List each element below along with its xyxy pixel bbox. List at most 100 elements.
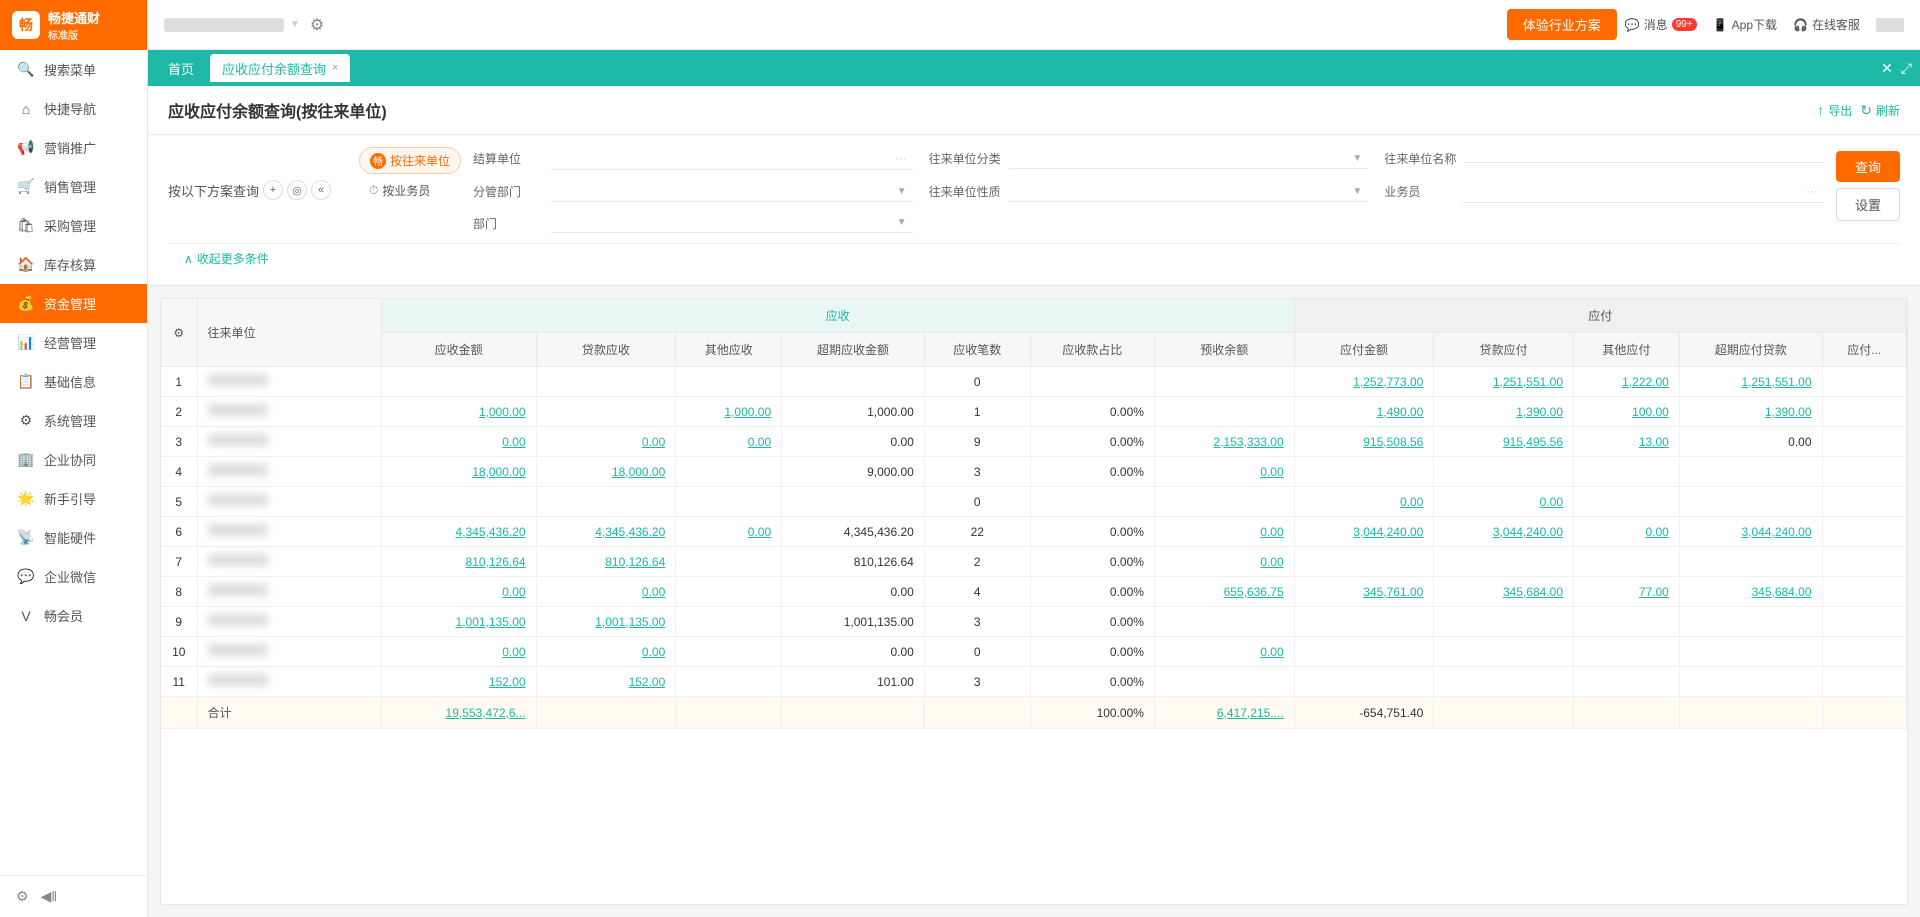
sales-icon: 🛒	[16, 178, 36, 195]
total-recv-amt[interactable]: 19,553,472,6...	[381, 697, 536, 729]
app-download-button[interactable]: 📱 App下载	[1713, 16, 1777, 33]
export-button[interactable]: ↑ 导出	[1817, 102, 1852, 119]
prepay-cell[interactable]: 0.00	[1154, 517, 1294, 547]
user-area[interactable]	[1876, 18, 1904, 32]
tab-close-icon[interactable]: ×	[332, 62, 338, 74]
loan-recv-cell[interactable]: 1,001,135.00	[536, 607, 676, 637]
sidebar-item-finance[interactable]: 💰 资金管理	[0, 284, 147, 323]
pay-amt-cell[interactable]: 345,761.00	[1294, 577, 1434, 607]
recv-amt-cell[interactable]: 1,001,135.00	[381, 607, 536, 637]
prepay-cell[interactable]: 0.00	[1154, 547, 1294, 577]
loan-recv-cell[interactable]	[536, 367, 676, 397]
ff-unit-name-input[interactable]	[1464, 154, 1824, 163]
total-prepay[interactable]: 6,417,215....	[1154, 697, 1294, 729]
recv-amt-cell[interactable]: 0.00	[381, 577, 536, 607]
pay-amt-cell[interactable]: 0.00	[1294, 487, 1434, 517]
loan-recv-cell[interactable]: 18,000.00	[536, 457, 676, 487]
other-recv-cell[interactable]: 0.00	[676, 427, 782, 457]
other-pay-cell[interactable]: 1,222.00	[1574, 367, 1680, 397]
overdue-pay-cell[interactable]: 3,044,240.00	[1679, 517, 1822, 547]
settings-button[interactable]: 设置	[1836, 188, 1900, 221]
other-pay-cell[interactable]: 100.00	[1574, 397, 1680, 427]
header-gear-icon[interactable]: ⚙	[310, 15, 324, 35]
overdue-pay-cell[interactable]: 1,251,551.00	[1679, 367, 1822, 397]
other-pay-cell[interactable]: 0.00	[1574, 517, 1680, 547]
recv-amt-cell[interactable]: 152.00	[381, 667, 536, 697]
edit-scheme-button[interactable]: ◎	[287, 180, 307, 200]
collapse-conditions-button[interactable]: ∧ 收起更多条件	[168, 243, 1900, 273]
sidebar-item-search[interactable]: 🔍 搜索菜单	[0, 50, 147, 89]
sidebar-item-system[interactable]: ⚙ 系统管理	[0, 401, 147, 440]
pay-amt-cell[interactable]: 915,508.56	[1294, 427, 1434, 457]
refresh-button[interactable]: ↻ 刷新	[1860, 102, 1900, 119]
sidebar-item-purchase[interactable]: 🛍 采购管理	[0, 206, 147, 245]
ff-unit-category-input[interactable]: ▼	[1009, 149, 1369, 169]
tab-close-window-icon[interactable]: ✕	[1881, 60, 1893, 77]
prepay-cell[interactable]: 0.00	[1154, 457, 1294, 487]
footer-settings-icon[interactable]: ⚙	[16, 888, 29, 905]
recv-amt-cell[interactable]: 0.00	[381, 637, 536, 667]
other-pay-cell[interactable]: 77.00	[1574, 577, 1680, 607]
recv-amt-cell[interactable]	[381, 367, 536, 397]
overdue-pay-cell[interactable]: 1,390.00	[1679, 397, 1822, 427]
sidebar-item-basicinfo[interactable]: 📋 基础信息	[0, 362, 147, 401]
tab-query[interactable]: 应收应付余额查询 ×	[210, 54, 350, 82]
loan-recv-cell[interactable]: 810,126.64	[536, 547, 676, 577]
recv-amt-cell[interactable]: 810,126.64	[381, 547, 536, 577]
ff-dept-manage-input[interactable]: ▼	[551, 182, 913, 202]
prepay-cell[interactable]: 655,636.75	[1154, 577, 1294, 607]
loan-pay-cell[interactable]: 1,251,551.00	[1434, 367, 1574, 397]
ff-salesperson-input[interactable]: ···	[1462, 180, 1824, 203]
pay-amt-cell[interactable]: 3,044,240.00	[1294, 517, 1434, 547]
recv-amt-cell[interactable]: 1,000.00	[381, 397, 536, 427]
other-recv-cell[interactable]: 0.00	[676, 517, 782, 547]
recv-amt-cell[interactable]: 4,345,436.20	[381, 517, 536, 547]
sidebar-item-member[interactable]: V 畅会员	[0, 596, 147, 635]
tab-home[interactable]: 首页	[156, 54, 206, 82]
sidebar-item-marketing[interactable]: 📢 营销推广	[0, 128, 147, 167]
sidebar-item-sales[interactable]: 🛒 销售管理	[0, 167, 147, 206]
add-scheme-button[interactable]: +	[263, 180, 283, 200]
sidebar-item-guide[interactable]: 🌟 新手引导	[0, 479, 147, 518]
message-button[interactable]: 💬 消息 99+	[1625, 16, 1697, 33]
loan-pay-cell[interactable]: 1,390.00	[1434, 397, 1574, 427]
tab-expand-icon[interactable]: ⤢	[1901, 60, 1912, 77]
scheme-by-staff[interactable]: ⏱ 按业务员	[359, 178, 461, 203]
other-recv-cell[interactable]	[676, 367, 782, 397]
sidebar-item-hardware[interactable]: 📡 智能硬件	[0, 518, 147, 557]
footer-collapse-icon[interactable]: ◀‖	[41, 888, 58, 905]
loan-pay-cell[interactable]: 0.00	[1434, 487, 1574, 517]
loan-recv-cell[interactable]: 152.00	[536, 667, 676, 697]
scheme-by-unit[interactable]: 畅 按往来单位	[359, 147, 461, 174]
ff-unit-nature-input[interactable]: ▼	[1009, 182, 1369, 202]
sidebar-item-wechat[interactable]: 💬 企业微信	[0, 557, 147, 596]
sidebar-item-inventory[interactable]: 🏠 库存核算	[0, 245, 147, 284]
sidebar-item-operation[interactable]: 📊 经营管理	[0, 323, 147, 362]
loan-pay-cell[interactable]: 345,684.00	[1434, 577, 1574, 607]
online-service-button[interactable]: 🎧 在线客服	[1793, 16, 1860, 33]
pay-amt-cell[interactable]: 1,490.00	[1294, 397, 1434, 427]
loan-recv-cell[interactable]: 0.00	[536, 577, 676, 607]
loan-pay-cell[interactable]: 915,495.56	[1434, 427, 1574, 457]
sidebar-item-corp[interactable]: 🏢 企业协同	[0, 440, 147, 479]
recv-amt-cell[interactable]: 0.00	[381, 427, 536, 457]
tab-home-label: 首页	[168, 59, 194, 78]
pay-amt-cell[interactable]: 1,252,773.00	[1294, 367, 1434, 397]
prepay-cell[interactable]: 2,153,333.00	[1154, 427, 1294, 457]
th-settings[interactable]: ⚙	[161, 299, 197, 367]
loan-pay-cell[interactable]: 3,044,240.00	[1434, 517, 1574, 547]
collapse-scheme-button[interactable]: «	[311, 180, 331, 200]
ff-settlement-input[interactable]: ···	[551, 147, 913, 170]
overdue-pay-cell[interactable]: 345,684.00	[1679, 577, 1822, 607]
loan-recv-cell[interactable]: 4,345,436.20	[536, 517, 676, 547]
query-button[interactable]: 查询	[1836, 151, 1900, 182]
promo-button[interactable]: 体验行业方案	[1507, 9, 1617, 40]
other-pay-cell[interactable]: 13.00	[1574, 427, 1680, 457]
ff-dept-input[interactable]: ▼	[551, 213, 913, 233]
loan-recv-cell[interactable]: 0.00	[536, 637, 676, 667]
sidebar-item-shortcut[interactable]: ⌂ 快捷导航	[0, 89, 147, 128]
loan-recv-cell[interactable]: 0.00	[536, 427, 676, 457]
recv-amt-cell[interactable]: 18,000.00	[381, 457, 536, 487]
prepay-cell[interactable]: 0.00	[1154, 637, 1294, 667]
other-recv-cell[interactable]: 1,000.00	[676, 397, 782, 427]
